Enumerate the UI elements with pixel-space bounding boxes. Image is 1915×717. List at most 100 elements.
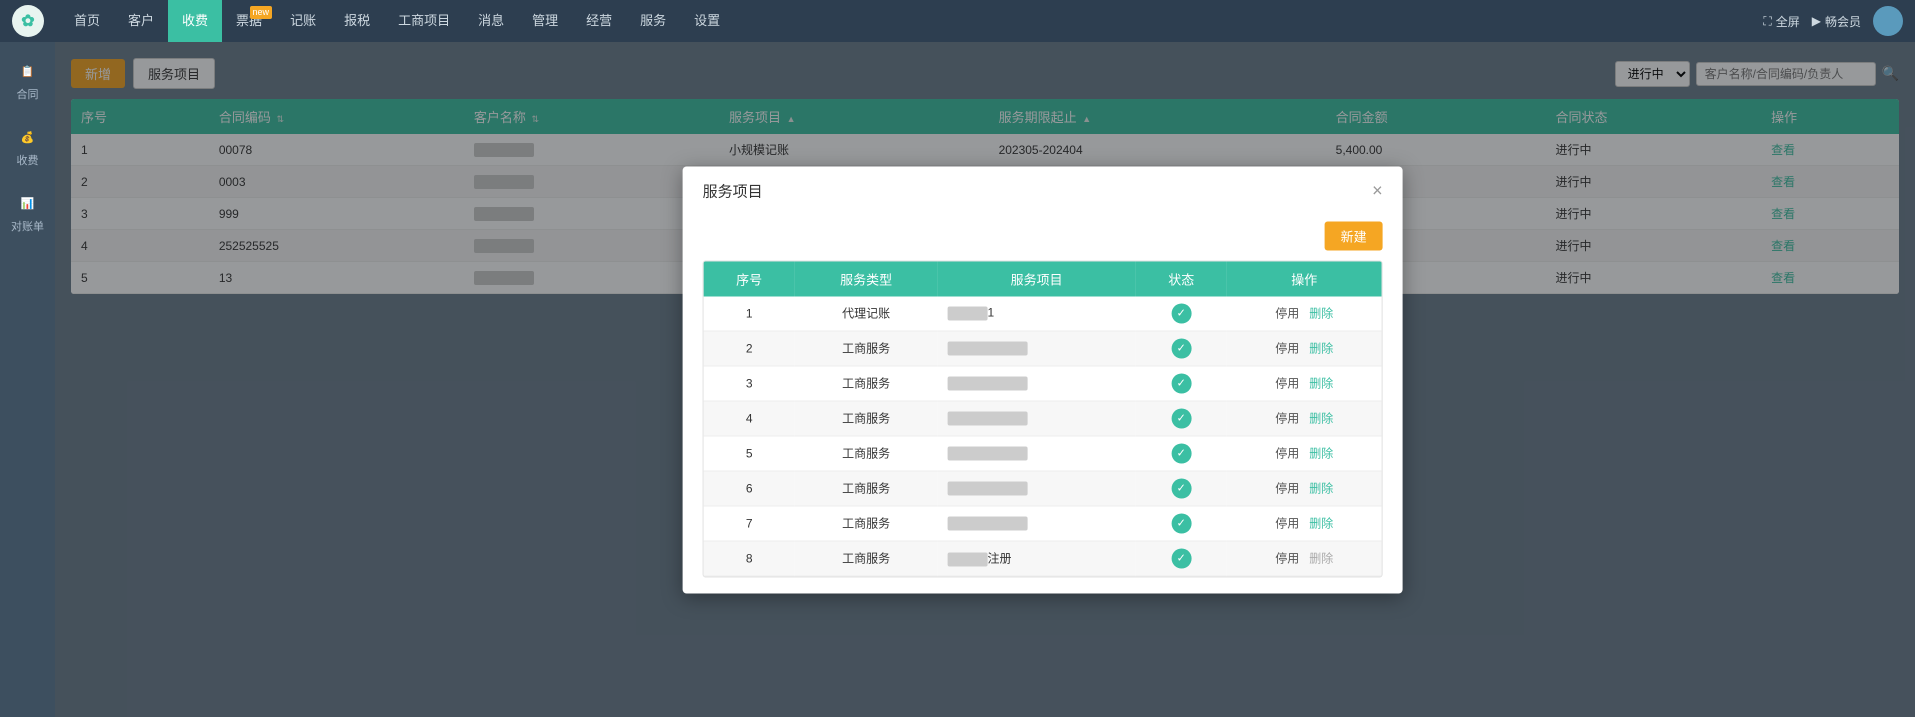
modal-table-row: 4 工商服务 ✓ 停用 删除: [704, 401, 1382, 436]
stop-action[interactable]: 停用: [1275, 307, 1299, 321]
modal-body: 新建 序号 服务类型 服务项目 状态 操作: [683, 211, 1403, 593]
modal-row-item: [938, 506, 1136, 541]
modal-table-wrap[interactable]: 序号 服务类型 服务项目 状态 操作 1 代理记账 1 ✓ 停用: [703, 260, 1383, 577]
stop-action[interactable]: 停用: [1275, 517, 1299, 531]
fullscreen-icon: ⛶: [1763, 14, 1771, 29]
vip-label: 畅会员: [1825, 13, 1861, 30]
nav-right-controls: ⛶ 全屏 ▶ 畅会员: [1763, 6, 1903, 36]
modal-close-button[interactable]: ×: [1372, 182, 1383, 200]
modal-row-index: 7: [704, 506, 795, 541]
modal-row-type: 代理记账: [795, 296, 938, 331]
delete-action[interactable]: 删除: [1309, 412, 1333, 426]
modal-row-actions: 停用 删除: [1227, 366, 1382, 401]
modal-col-index: 序号: [704, 261, 795, 296]
stop-action[interactable]: 停用: [1275, 377, 1299, 391]
modal-row-actions: 停用 删除: [1227, 506, 1382, 541]
modal-row-status: ✓: [1136, 436, 1227, 471]
modal-row-item: 1: [938, 296, 1136, 331]
delete-action[interactable]: 删除: [1309, 307, 1333, 321]
modal-row-index: 6: [704, 471, 795, 506]
sidebar-item-fee[interactable]: 💰 收费: [0, 116, 55, 178]
nav-menu: 首页 客户 收费 票据 new 记账 报税 工商项目 消息 管理 经营 服务 设…: [60, 0, 1763, 42]
modal-row-type: 工商服务: [795, 541, 938, 576]
delete-action[interactable]: 删除: [1309, 482, 1333, 496]
modal-row-type: 工商服务: [795, 506, 938, 541]
nav-tax[interactable]: 报税: [330, 0, 384, 42]
modal-col-action: 操作: [1227, 261, 1382, 296]
modal-table-row: 6 工商服务 ✓ 停用 删除: [704, 471, 1382, 506]
modal-header: 服务项目 ×: [683, 166, 1403, 211]
fullscreen-button[interactable]: ⛶ 全屏: [1763, 13, 1799, 30]
modal-row-index: 3: [704, 366, 795, 401]
stop-action[interactable]: 停用: [1275, 412, 1299, 426]
modal-row-index: 1: [704, 296, 795, 331]
modal-table: 序号 服务类型 服务项目 状态 操作 1 代理记账 1 ✓ 停用: [704, 261, 1382, 576]
stop-action[interactable]: 停用: [1275, 447, 1299, 461]
nav-bookkeeping[interactable]: 记账: [276, 0, 330, 42]
nav-fee[interactable]: 收费: [168, 0, 222, 42]
nav-business[interactable]: 工商项目: [384, 0, 464, 42]
modal-col-type: 服务类型: [795, 261, 938, 296]
service-items-modal: 服务项目 × 新建 序号 服务类型 服务项目 状态: [683, 166, 1403, 593]
nav-invoice[interactable]: 票据 new: [222, 0, 276, 42]
modal-row-actions: 停用 删除: [1227, 436, 1382, 471]
modal-row-status: ✓: [1136, 471, 1227, 506]
sidebar-label-fee: 收费: [17, 152, 39, 168]
content-area: 新增 服务项目 进行中 🔍 序号 合同编码 ⇅ 客户名称 ⇅ 服务项目: [55, 42, 1915, 717]
fee-icon: 💰: [17, 126, 39, 148]
stop-action[interactable]: 停用: [1275, 482, 1299, 496]
stop-action[interactable]: 停用: [1275, 552, 1299, 566]
contract-icon: 📋: [17, 60, 39, 82]
nav-settings[interactable]: 设置: [680, 0, 734, 42]
vip-icon: ▶: [1812, 14, 1821, 28]
modal-row-type: 工商服务: [795, 471, 938, 506]
nav-message[interactable]: 消息: [464, 0, 518, 42]
sidebar-item-reconciliation[interactable]: 📊 对账单: [0, 182, 55, 244]
modal-row-status: ✓: [1136, 506, 1227, 541]
top-navigation: ✿ 首页 客户 收费 票据 new 记账 报税 工商项目 消息 管理 经营 服务…: [0, 0, 1915, 42]
modal-row-item: 注册: [938, 541, 1136, 576]
nav-home[interactable]: 首页: [60, 0, 114, 42]
user-avatar[interactable]: [1873, 6, 1903, 36]
modal-row-index: 2: [704, 331, 795, 366]
modal-row-actions: 停用 删除: [1227, 471, 1382, 506]
modal-row-item: [938, 366, 1136, 401]
stop-action[interactable]: 停用: [1275, 342, 1299, 356]
nav-client[interactable]: 客户: [114, 0, 168, 42]
modal-row-status: ✓: [1136, 401, 1227, 436]
modal-new-button[interactable]: 新建: [1325, 221, 1383, 250]
main-layout: 📋 合同 💰 收费 📊 对账单 新增 服务项目 进行中 🔍: [0, 42, 1915, 717]
modal-row-item: [938, 401, 1136, 436]
modal-row-status: ✓: [1136, 331, 1227, 366]
sidebar: 📋 合同 💰 收费 📊 对账单: [0, 42, 55, 717]
delete-action[interactable]: 删除: [1309, 447, 1333, 461]
sidebar-label-contract: 合同: [17, 86, 39, 102]
modal-col-status: 状态: [1136, 261, 1227, 296]
modal-table-row: 3 工商服务 ✓ 停用 删除: [704, 366, 1382, 401]
modal-row-status: ✓: [1136, 366, 1227, 401]
delete-action[interactable]: 删除: [1309, 342, 1333, 356]
modal-row-item: [938, 331, 1136, 366]
delete-action[interactable]: 删除: [1309, 377, 1333, 391]
modal-row-actions: 停用 删除: [1227, 401, 1382, 436]
modal-row-actions: 停用 删除: [1227, 296, 1382, 331]
modal-row-type: 工商服务: [795, 401, 938, 436]
delete-action[interactable]: 删除: [1309, 517, 1333, 531]
nav-operations[interactable]: 经营: [572, 0, 626, 42]
modal-title: 服务项目: [703, 180, 763, 201]
modal-toolbar: 新建: [703, 221, 1383, 250]
nav-service[interactable]: 服务: [626, 0, 680, 42]
sidebar-item-contract[interactable]: 📋 合同: [0, 50, 55, 112]
modal-table-row: 1 代理记账 1 ✓ 停用 删除: [704, 296, 1382, 331]
modal-row-actions: 停用 删除: [1227, 541, 1382, 576]
delete-action[interactable]: 删除: [1309, 552, 1333, 566]
fullscreen-label: 全屏: [1776, 13, 1800, 30]
app-logo: ✿: [12, 5, 44, 37]
reconciliation-icon: 📊: [17, 192, 39, 214]
modal-row-index: 8: [704, 541, 795, 576]
modal-table-row: 8 工商服务 注册 ✓ 停用 删除: [704, 541, 1382, 576]
vip-button[interactable]: ▶ 畅会员: [1812, 13, 1861, 30]
modal-row-actions: 停用 删除: [1227, 331, 1382, 366]
modal-table-row: 7 工商服务 ✓ 停用 删除: [704, 506, 1382, 541]
nav-admin[interactable]: 管理: [518, 0, 572, 42]
